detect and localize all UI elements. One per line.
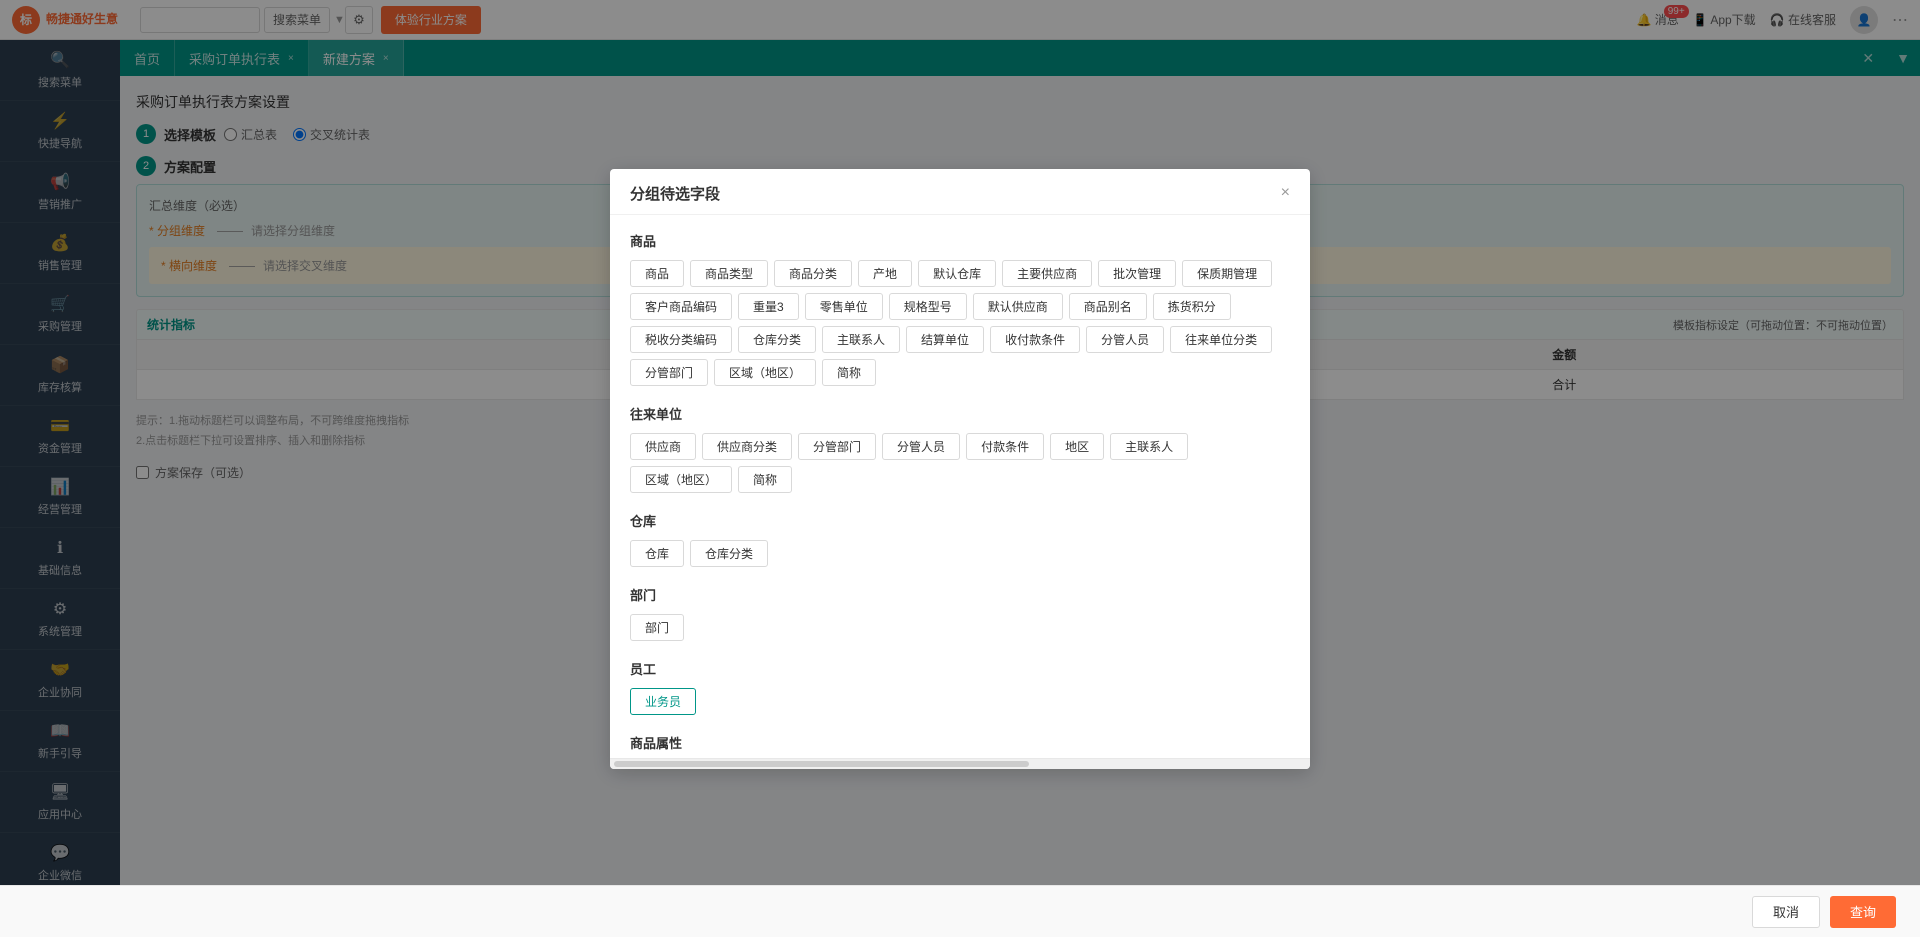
field-tag[interactable]: 部门 <box>630 614 684 641</box>
field-tag[interactable]: 规格型号 <box>889 293 967 320</box>
field-tag[interactable]: 供应商 <box>630 433 696 460</box>
field-tag[interactable]: 结算单位 <box>906 326 984 353</box>
modal-title: 分组待选字段 <box>630 183 720 204</box>
field-tag[interactable]: 简称 <box>738 466 792 493</box>
field-tags-product: 商品 商品类型 商品分类 产地 默认仓库 主要供应商 批次管理 保质期管理 客户… <box>630 260 1290 386</box>
modal-close-button[interactable]: × <box>1281 185 1290 201</box>
field-tag[interactable]: 仓库分类 <box>738 326 816 353</box>
field-tag[interactable]: 默认供应商 <box>973 293 1063 320</box>
field-group-employee-title: 员工 <box>630 659 1290 678</box>
field-group-department: 部门 部门 <box>630 585 1290 641</box>
field-tag[interactable]: 商品 <box>630 260 684 287</box>
field-tags-department: 部门 <box>630 614 1290 641</box>
confirm-query-button[interactable]: 查询 <box>1830 896 1896 928</box>
field-tags-partner: 供应商 供应商分类 分管部门 分管人员 付款条件 地区 主联系人 区域（地区） … <box>630 433 1290 493</box>
field-tag[interactable]: 产地 <box>858 260 912 287</box>
field-tag[interactable]: 区域（地区） <box>630 466 732 493</box>
field-tag[interactable]: 简称 <box>822 359 876 386</box>
field-group-employee: 员工 业务员 <box>630 659 1290 715</box>
field-tag[interactable]: 分管人员 <box>882 433 960 460</box>
modal-overlay: 分组待选字段 × 商品 商品 商品类型 商品分类 产地 默认仓库 主要供应商 批… <box>0 0 1920 937</box>
field-tag[interactable]: 区域（地区） <box>714 359 816 386</box>
field-tag[interactable]: 税收分类编码 <box>630 326 732 353</box>
field-tag[interactable]: 重量3 <box>738 293 799 320</box>
field-tag[interactable]: 零售单位 <box>805 293 883 320</box>
field-tag[interactable]: 默认仓库 <box>918 260 996 287</box>
field-group-warehouse-title: 仓库 <box>630 511 1290 530</box>
modal-dialog: 分组待选字段 × 商品 商品 商品类型 商品分类 产地 默认仓库 主要供应商 批… <box>610 169 1310 769</box>
field-group-product-attr-title: 商品属性 <box>630 733 1290 752</box>
modal-header: 分组待选字段 × <box>610 169 1310 215</box>
field-tag[interactable]: 商品别名 <box>1069 293 1147 320</box>
field-tags-warehouse: 仓库 仓库分类 <box>630 540 1290 567</box>
field-tag[interactable]: 分管部门 <box>630 359 708 386</box>
field-tag[interactable]: 收付款条件 <box>990 326 1080 353</box>
field-tag[interactable]: 仓库分类 <box>690 540 768 567</box>
h-scroll-thumb[interactable] <box>614 761 1029 767</box>
footer-action-bar: 取消 查询 <box>0 885 1920 937</box>
cancel-button[interactable]: 取消 <box>1752 896 1820 928</box>
field-tag[interactable]: 主联系人 <box>1110 433 1188 460</box>
modal-horizontal-scrollbar[interactable] <box>610 758 1310 768</box>
field-tag[interactable]: 保质期管理 <box>1182 260 1272 287</box>
field-tag[interactable]: 商品分类 <box>774 260 852 287</box>
field-tag[interactable]: 主要供应商 <box>1002 260 1092 287</box>
field-tag[interactable]: 批次管理 <box>1098 260 1176 287</box>
field-tag[interactable]: 分管部门 <box>798 433 876 460</box>
field-group-partner-title: 往来单位 <box>630 404 1290 423</box>
field-tag[interactable]: 客户商品编码 <box>630 293 732 320</box>
field-tags-employee: 业务员 <box>630 688 1290 715</box>
field-tag[interactable]: 业务员 <box>630 688 696 715</box>
field-tag[interactable]: 付款条件 <box>966 433 1044 460</box>
field-group-product-attr: 商品属性 属性 颜色 多规格 尺码 鞋码 1 <box>630 733 1290 759</box>
modal-body: 商品 商品 商品类型 商品分类 产地 默认仓库 主要供应商 批次管理 保质期管理… <box>610 215 1310 759</box>
field-tag[interactable]: 供应商分类 <box>702 433 792 460</box>
field-tag[interactable]: 地区 <box>1050 433 1104 460</box>
field-group-partner: 往来单位 供应商 供应商分类 分管部门 分管人员 付款条件 地区 主联系人 区域… <box>630 404 1290 493</box>
field-group-product-title: 商品 <box>630 231 1290 250</box>
field-tag[interactable]: 拣货积分 <box>1153 293 1231 320</box>
field-group-warehouse: 仓库 仓库 仓库分类 <box>630 511 1290 567</box>
field-tag[interactable]: 仓库 <box>630 540 684 567</box>
field-tag[interactable]: 商品类型 <box>690 260 768 287</box>
field-group-product: 商品 商品 商品类型 商品分类 产地 默认仓库 主要供应商 批次管理 保质期管理… <box>630 231 1290 386</box>
field-tag[interactable]: 往来单位分类 <box>1170 326 1272 353</box>
field-tag[interactable]: 分管人员 <box>1086 326 1164 353</box>
field-tag[interactable]: 主联系人 <box>822 326 900 353</box>
field-group-department-title: 部门 <box>630 585 1290 604</box>
